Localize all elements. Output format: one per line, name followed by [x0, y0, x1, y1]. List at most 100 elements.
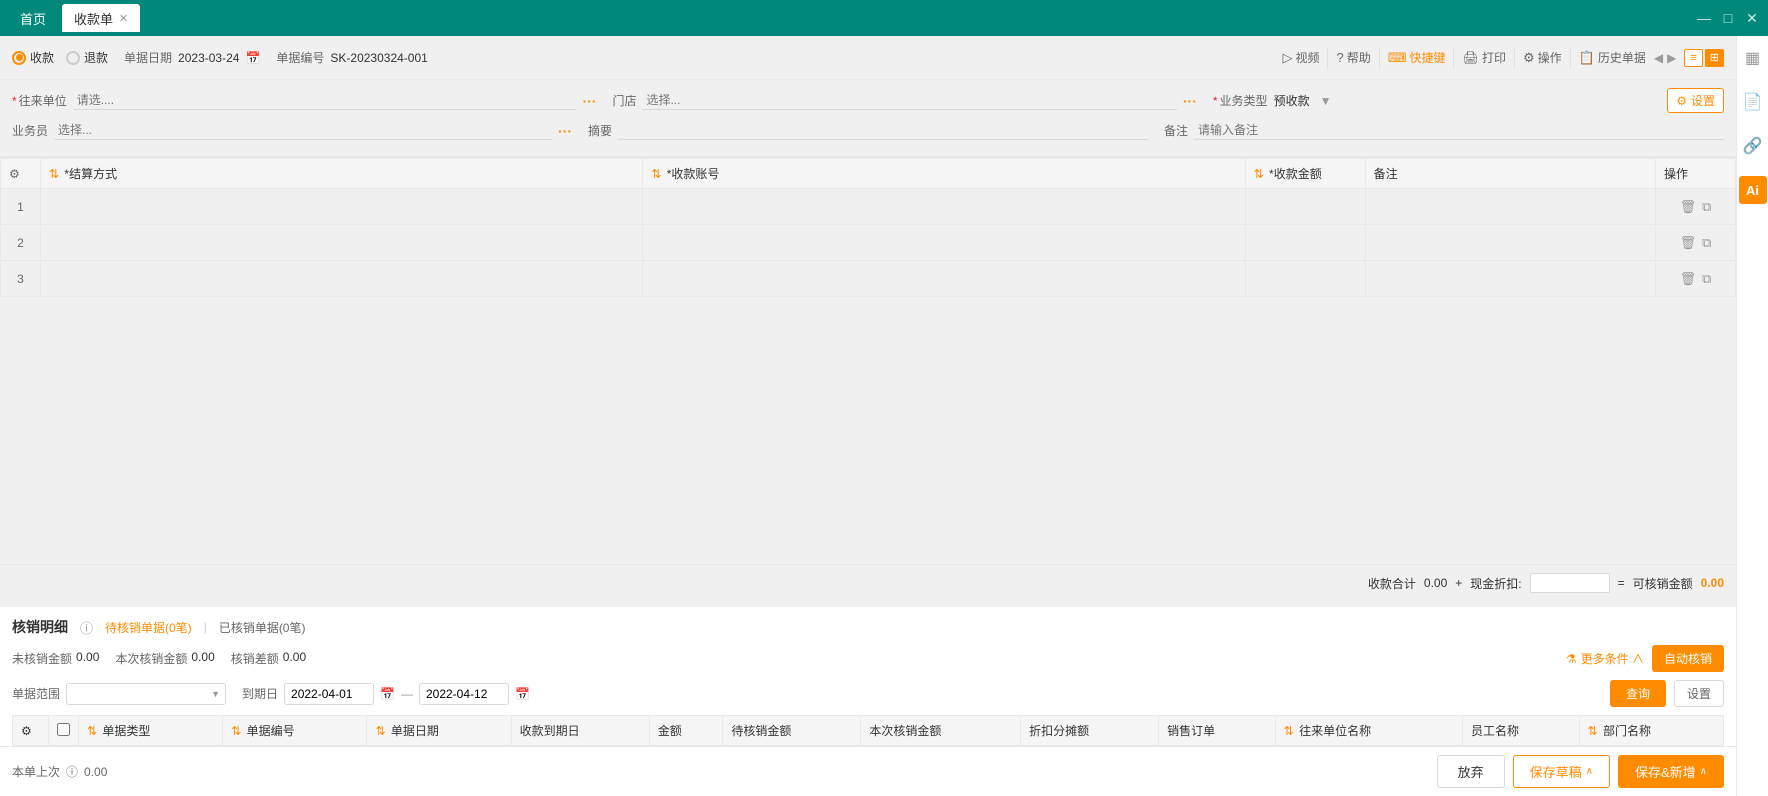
date-from-input[interactable]: [284, 683, 374, 705]
vth-discount: 折扣分摊额: [1021, 716, 1159, 746]
tab-close-icon[interactable]: ✕: [119, 12, 128, 25]
remark-input[interactable]: [1194, 121, 1724, 140]
maximize-button[interactable]: □: [1720, 10, 1736, 26]
save-draft-button[interactable]: 保存草稿 ∧: [1513, 755, 1610, 788]
partner-input[interactable]: [73, 91, 577, 110]
bottom-info-icon[interactable]: ⓘ: [66, 763, 78, 780]
save-new-button[interactable]: 保存&新增 ∧: [1618, 755, 1724, 788]
row1-copy-icon[interactable]: ⧉: [1702, 199, 1711, 215]
range-field: 单据范围: [12, 683, 226, 705]
divider-4: [1514, 48, 1515, 68]
tab-receipt-label: 收款单: [74, 9, 113, 28]
biz-type-field: *业务类型 预收款 ▼: [1213, 92, 1651, 109]
pending-tab[interactable]: 待核销单据(0笔): [105, 619, 192, 636]
select-all-checkbox[interactable]: [57, 723, 70, 736]
shop-input[interactable]: [642, 91, 1176, 110]
layout-table-btn[interactable]: ≡: [1684, 49, 1702, 67]
sidebar-ai-icon[interactable]: Ai: [1739, 176, 1767, 204]
tab-home[interactable]: 首页: [8, 4, 58, 32]
sidebar-document-icon[interactable]: 📄: [1739, 88, 1767, 116]
summary-input[interactable]: [618, 121, 1148, 140]
biz-type-arrow-icon[interactable]: ▼: [1320, 94, 1332, 108]
shop-more-icon[interactable]: ···: [1183, 93, 1197, 109]
save-draft-arrow-icon: ∧: [1586, 766, 1593, 777]
vth-gear[interactable]: ⚙: [13, 716, 49, 746]
date-from-calendar-icon[interactable]: 📅: [380, 687, 395, 701]
row1-remark[interactable]: [1365, 189, 1655, 225]
action-btn[interactable]: ⚙ 操作: [1523, 49, 1562, 66]
minimize-button[interactable]: —: [1696, 10, 1712, 26]
bottom-actions: 放弃 保存草稿 ∧ 保存&新增 ∧: [1437, 755, 1724, 788]
nav-next-icon[interactable]: ▶: [1667, 51, 1676, 65]
video-btn[interactable]: ▷ 视频: [1282, 49, 1319, 66]
salesperson-more-icon[interactable]: ···: [558, 123, 572, 139]
history-btn[interactable]: 📋 历史单据: [1579, 49, 1646, 66]
verifiable-label: 可核销金额: [1633, 575, 1693, 592]
total-label: 收款合计: [1368, 575, 1416, 592]
row1-account[interactable]: [643, 189, 1245, 225]
verify-title: 核销明细: [12, 617, 68, 637]
auto-verify-button[interactable]: 自动核销: [1652, 645, 1724, 672]
row3-amount[interactable]: [1245, 261, 1365, 297]
date-to-calendar-icon[interactable]: 📅: [515, 687, 530, 701]
th-gear[interactable]: ⚙: [1, 159, 41, 189]
row3-delete-icon[interactable]: 🗑: [1680, 271, 1697, 287]
sidebar-table-icon[interactable]: ▦: [1739, 44, 1767, 72]
verify-info-icon[interactable]: ⓘ: [80, 618, 93, 637]
salesperson-input[interactable]: [54, 121, 552, 140]
row3-copy-icon[interactable]: ⧉: [1702, 271, 1711, 287]
date-calendar-icon[interactable]: 📅: [245, 51, 260, 65]
row1-delete-icon[interactable]: 🗑: [1680, 199, 1697, 215]
row2-amount[interactable]: [1245, 225, 1365, 261]
layout-split-btn[interactable]: ⊞: [1705, 49, 1724, 67]
verify-settings-button[interactable]: 设置: [1674, 680, 1724, 707]
query-button[interactable]: 查询: [1610, 680, 1666, 707]
shortcut-btn[interactable]: ⌨ 快捷键: [1388, 49, 1446, 66]
radio-shoukuan[interactable]: 收款: [12, 49, 54, 66]
vth-sales-order: 销售订单: [1159, 716, 1276, 746]
data-table-wrap: ⚙ ⇅ *结算方式 ⇅ *收款账号 ⇅ *收款金额: [0, 157, 1736, 564]
row2-remark[interactable]: [1365, 225, 1655, 261]
help-btn[interactable]: ? 帮助: [1336, 49, 1370, 66]
done-tab[interactable]: 已核销单据(0笔): [219, 619, 306, 636]
print-btn[interactable]: 🖨 打印: [1462, 49, 1506, 66]
number-field: 单据编号 SK-20230324-001: [276, 49, 427, 66]
partner-more-icon[interactable]: ···: [582, 93, 596, 109]
row2-copy-icon[interactable]: ⧉: [1702, 235, 1711, 251]
tab-receipt[interactable]: 收款单 ✕: [62, 4, 140, 32]
date-to-input[interactable]: [419, 683, 509, 705]
salesperson-field: 业务员 ···: [12, 121, 572, 140]
row3-action: 🗑 ⧉: [1656, 261, 1736, 297]
sidebar-link-icon[interactable]: 🔗: [1739, 132, 1767, 160]
row2-account[interactable]: [643, 225, 1245, 261]
settings-button[interactable]: ⚙ 设置: [1667, 88, 1724, 113]
form-area: *往来单位 ··· 门店 ··· *业务类型 预收款 ▼: [0, 80, 1736, 157]
bottom-info-label: 本单上次: [12, 763, 60, 780]
row2-payment[interactable]: [41, 225, 643, 261]
stat-unverified-value: 0.00: [76, 650, 99, 667]
range-select[interactable]: [66, 683, 226, 705]
action-icon: ⚙: [1523, 50, 1535, 66]
more-conditions-btn[interactable]: ⚗ 更多条件 ∧: [1566, 650, 1644, 667]
verify-table-wrap: ⚙ ⇅ 单据类型 ⇅ 单据编号: [12, 715, 1724, 746]
bottom-info-value: 0.00: [84, 765, 107, 779]
row2-delete-icon[interactable]: 🗑: [1680, 235, 1697, 251]
row-num-1: 1: [1, 189, 41, 225]
row3-remark[interactable]: [1365, 261, 1655, 297]
row3-payment[interactable]: [41, 261, 643, 297]
number-label: 单据编号: [276, 49, 324, 66]
row1-amount[interactable]: [1245, 189, 1365, 225]
row1-payment[interactable]: [41, 189, 643, 225]
summary-field: 摘要: [588, 121, 1148, 140]
radio-tuidai[interactable]: 退款: [66, 49, 108, 66]
discard-button[interactable]: 放弃: [1437, 755, 1505, 788]
date-filter-label: 到期日: [242, 685, 278, 702]
discount-input[interactable]: [1530, 573, 1610, 593]
row3-account[interactable]: [643, 261, 1245, 297]
date-field: 单据日期 2023-03-24 📅: [124, 49, 260, 66]
nav-prev-icon[interactable]: ◀: [1654, 51, 1663, 65]
close-button[interactable]: ✕: [1744, 10, 1760, 26]
date-field-filter: 到期日 📅 — 📅: [242, 683, 530, 705]
vsort-4: ⇅: [1284, 724, 1294, 738]
window-controls: — □ ✕: [1696, 10, 1760, 26]
